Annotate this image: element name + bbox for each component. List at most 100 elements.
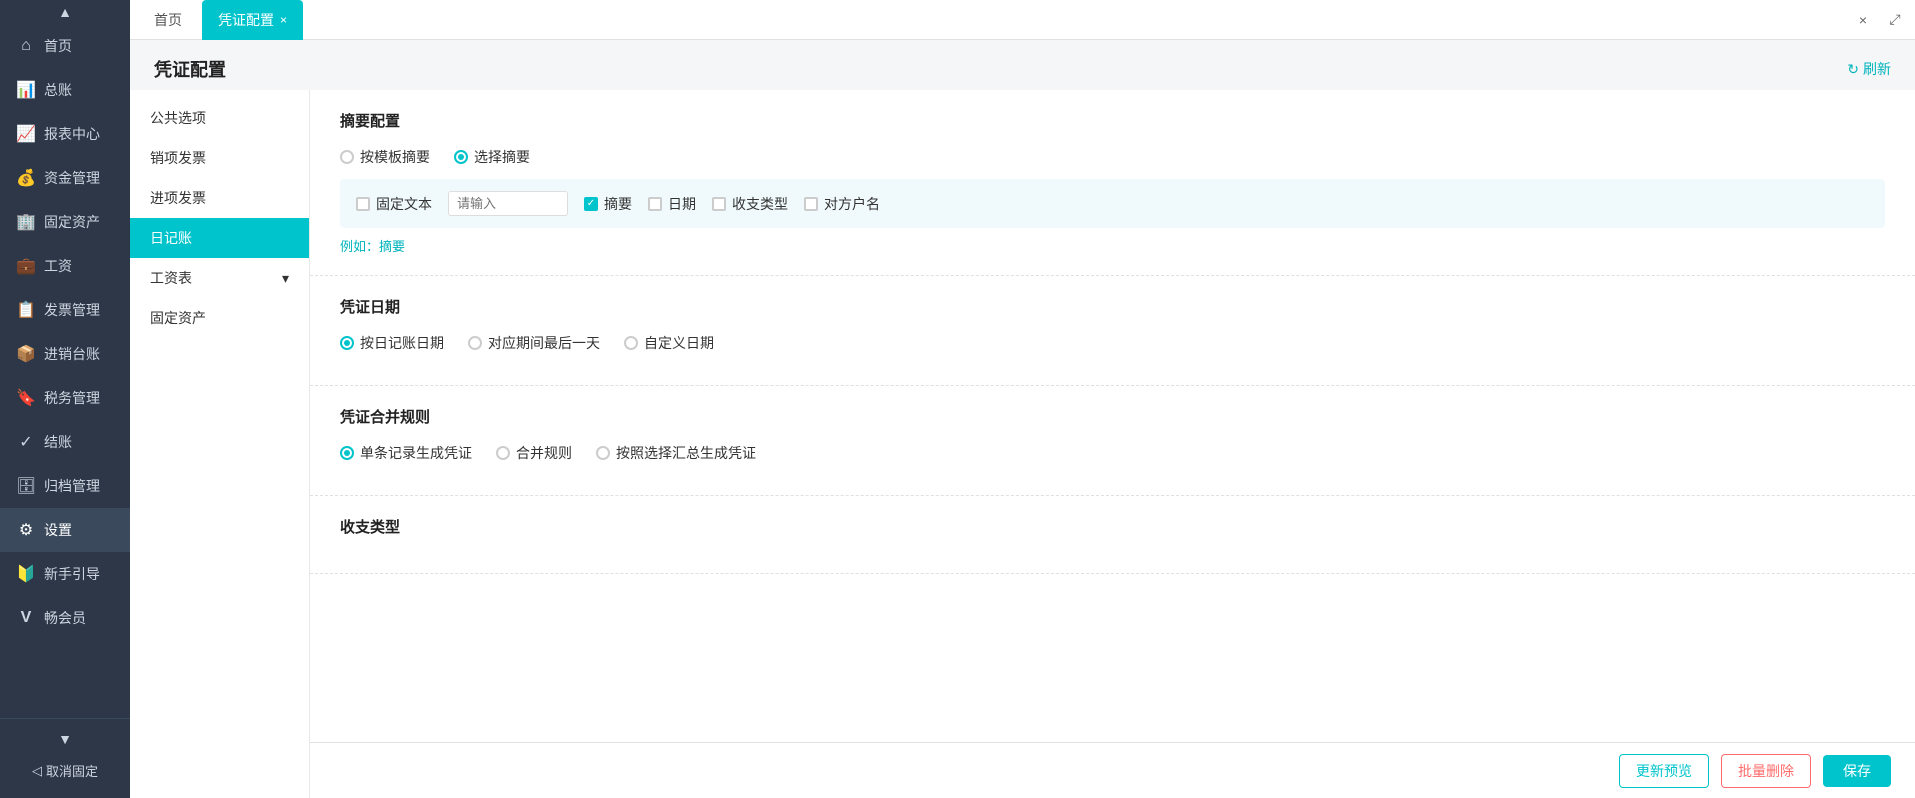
checkbox-income-type[interactable]: 收支类型 bbox=[712, 194, 788, 214]
left-nav-item-fixed-assets[interactable]: 固定资产 bbox=[130, 298, 309, 338]
footer-bar: 更新预览 批量删除 保存 bbox=[310, 742, 1915, 798]
radio-single-record[interactable]: 单条记录生成凭证 bbox=[340, 443, 472, 463]
checkbox-summary-box: ✓ bbox=[584, 197, 598, 211]
radio-last-day[interactable]: 对应期间最后一天 bbox=[468, 333, 600, 353]
sidebar-item-label: 结账 bbox=[44, 432, 72, 452]
left-nav-journal-label: 日记账 bbox=[150, 228, 192, 248]
checkbox-income-type-box bbox=[712, 197, 726, 211]
checkbox-date[interactable]: 日期 bbox=[648, 194, 696, 214]
content-wrapper: 凭证配置 ↻ 刷新 公共选项 销项发票 进项发票 日记账 bbox=[130, 40, 1915, 798]
radio-template-circle bbox=[340, 150, 354, 164]
checkbox-fixed-text[interactable]: 固定文本 bbox=[356, 194, 432, 214]
sidebar-item-assets[interactable]: 🏢 固定资产 bbox=[0, 200, 130, 244]
sidebar-item-guide[interactable]: 🔰 新手引导 bbox=[0, 552, 130, 596]
sidebar-item-reports[interactable]: 📈 报表中心 bbox=[0, 112, 130, 156]
page-header: 凭证配置 ↻ 刷新 bbox=[130, 40, 1915, 90]
radio-by-selection[interactable]: 按照选择汇总生成凭证 bbox=[596, 443, 756, 463]
checkbox-counterpart[interactable]: 对方户名 bbox=[804, 194, 880, 214]
refresh-btn[interactable]: ↻ 刷新 bbox=[1847, 59, 1891, 79]
reports-icon: 📈 bbox=[16, 124, 36, 144]
fixed-text-input[interactable] bbox=[448, 191, 568, 216]
radio-single-record-label: 单条记录生成凭证 bbox=[360, 443, 472, 463]
batch-delete-btn[interactable]: 批量删除 bbox=[1721, 754, 1811, 788]
sidebar-scroll-up[interactable]: ▲ bbox=[0, 0, 130, 24]
sidebar-item-label: 工资 bbox=[44, 256, 72, 276]
tab-home[interactable]: 首页 bbox=[138, 0, 198, 40]
save-btn[interactable]: 保存 bbox=[1823, 755, 1891, 787]
left-nav-sales-invoice-label: 销项发票 bbox=[150, 148, 206, 168]
left-nav-public-label: 公共选项 bbox=[150, 108, 206, 128]
sidebar-item-home[interactable]: ⌂ 首页 bbox=[0, 24, 130, 68]
update-preview-btn[interactable]: 更新预览 bbox=[1619, 754, 1709, 788]
summary-section-title: 摘要配置 bbox=[340, 110, 1885, 131]
tab-resize-btn[interactable]: ⤢ bbox=[1883, 8, 1907, 32]
radio-custom-date[interactable]: 自定义日期 bbox=[624, 333, 714, 353]
radio-last-day-circle bbox=[468, 336, 482, 350]
summary-section: 摘要配置 按模板摘要 选择摘要 bbox=[310, 90, 1915, 276]
page-title: 凭证配置 bbox=[154, 56, 226, 82]
tab-close-window-btn[interactable]: × bbox=[1851, 8, 1875, 32]
sidebar-bottom: ▼ ◁ 取消固定 bbox=[0, 718, 130, 798]
tab-bar-actions: × ⤢ bbox=[1851, 8, 1907, 32]
radio-select-summary[interactable]: 选择摘要 bbox=[454, 147, 530, 167]
sidebar-item-closing[interactable]: ✓ 结账 bbox=[0, 420, 130, 464]
checkbox-summary-label: 摘要 bbox=[604, 194, 632, 214]
sidebar-item-label: 新手引导 bbox=[44, 564, 100, 584]
income-type-section: 收支类型 bbox=[310, 496, 1915, 574]
sidebar-item-tax[interactable]: 🔖 税务管理 bbox=[0, 376, 130, 420]
checkbox-counterpart-box bbox=[804, 197, 818, 211]
archive-icon: 🗄 bbox=[16, 476, 36, 496]
funds-icon: 💰 bbox=[16, 168, 36, 188]
sidebar-item-label: 发票管理 bbox=[44, 300, 100, 320]
checkbox-date-label: 日期 bbox=[668, 194, 696, 214]
ledger-icon: 📊 bbox=[16, 80, 36, 100]
summary-example: 例如：摘要 bbox=[340, 236, 1885, 255]
radio-by-journal[interactable]: 按日记账日期 bbox=[340, 333, 444, 353]
tab-voucher-config-label: 凭证配置 bbox=[218, 10, 274, 30]
checkbox-counterpart-label: 对方户名 bbox=[824, 194, 880, 214]
tab-close-icon[interactable]: × bbox=[280, 13, 287, 27]
radio-by-selection-label: 按照选择汇总生成凭证 bbox=[616, 443, 756, 463]
sidebar-item-member[interactable]: V 畅会员 bbox=[0, 596, 130, 640]
home-icon: ⌂ bbox=[16, 37, 36, 55]
sidebar: ▲ ⌂ 首页 📊 总账 📈 报表中心 💰 资金管理 🏢 固定资产 💼 工资 📋 … bbox=[0, 0, 130, 798]
left-nav-purchase-invoice-label: 进项发票 bbox=[150, 188, 206, 208]
left-nav-item-payroll[interactable]: 工资表 ▾ bbox=[130, 258, 309, 298]
sidebar-item-archive[interactable]: 🗄 归档管理 bbox=[0, 464, 130, 508]
cancel-fixed-label: 取消固定 bbox=[46, 761, 98, 780]
radio-template-summary[interactable]: 按模板摘要 bbox=[340, 147, 430, 167]
sidebar-item-label: 畅会员 bbox=[44, 608, 86, 628]
tab-home-label: 首页 bbox=[154, 10, 182, 30]
sidebar-item-settings[interactable]: ⚙ 设置 bbox=[0, 508, 130, 552]
radio-merge-rule[interactable]: 合并规则 bbox=[496, 443, 572, 463]
right-content: 摘要配置 按模板摘要 选择摘要 bbox=[310, 90, 1915, 798]
sidebar-item-ledger[interactable]: 📊 总账 bbox=[0, 68, 130, 112]
radio-custom-date-label: 自定义日期 bbox=[644, 333, 714, 353]
left-nav-item-sales-invoice[interactable]: 销项发票 bbox=[130, 138, 309, 178]
radio-last-day-label: 对应期间最后一天 bbox=[488, 333, 600, 353]
sidebar-item-sales[interactable]: 📦 进销台账 bbox=[0, 332, 130, 376]
left-nav-payroll-label: 工资表 bbox=[150, 268, 192, 288]
sidebar-item-label: 设置 bbox=[44, 520, 72, 540]
left-nav-item-public[interactable]: 公共选项 bbox=[130, 98, 309, 138]
left-nav-item-purchase-invoice[interactable]: 进项发票 bbox=[130, 178, 309, 218]
sidebar-item-invoice[interactable]: 📋 发票管理 bbox=[0, 288, 130, 332]
radio-template-label: 按模板摘要 bbox=[360, 147, 430, 167]
checkbox-fixed-text-label: 固定文本 bbox=[376, 194, 432, 214]
radio-by-journal-label: 按日记账日期 bbox=[360, 333, 444, 353]
checkbox-income-type-label: 收支类型 bbox=[732, 194, 788, 214]
sidebar-item-label: 总账 bbox=[44, 80, 72, 100]
date-section: 凭证日期 按日记账日期 对应期间最后一天 自定义日期 bbox=[310, 276, 1915, 386]
checkbox-summary[interactable]: ✓ 摘要 bbox=[584, 194, 632, 214]
guide-icon: 🔰 bbox=[16, 564, 36, 584]
tab-voucher-config[interactable]: 凭证配置 × bbox=[202, 0, 303, 40]
sidebar-scroll-down[interactable]: ▼ bbox=[0, 727, 130, 751]
sidebar-cancel-fixed-btn[interactable]: ◁ 取消固定 bbox=[0, 751, 130, 790]
left-nav-item-journal[interactable]: 日记账 bbox=[130, 218, 309, 258]
sidebar-item-salary[interactable]: 💼 工资 bbox=[0, 244, 130, 288]
refresh-label: 刷新 bbox=[1863, 59, 1891, 79]
assets-icon: 🏢 bbox=[16, 212, 36, 232]
checkbox-fixed-text-box bbox=[356, 197, 370, 211]
sidebar-item-funds[interactable]: 💰 资金管理 bbox=[0, 156, 130, 200]
radio-by-selection-circle bbox=[596, 446, 610, 460]
